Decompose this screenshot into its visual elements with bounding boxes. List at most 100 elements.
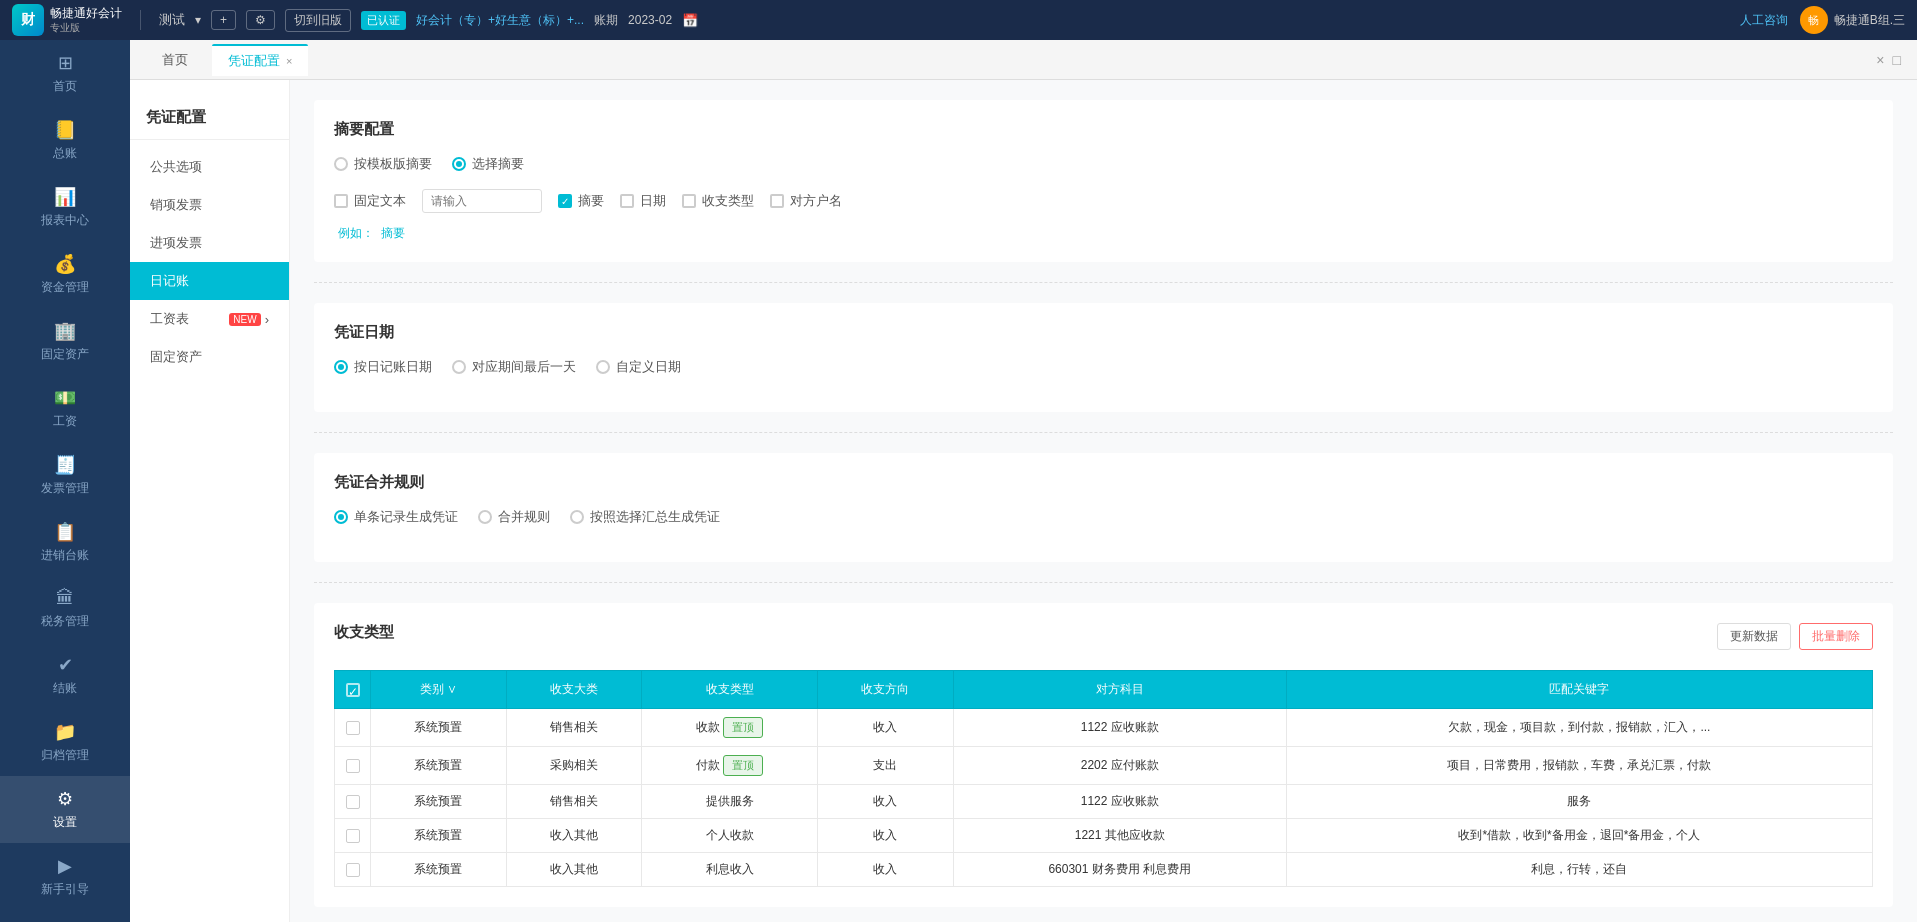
- row4-checkbox[interactable]: [346, 829, 360, 843]
- sidebar-item-guide[interactable]: ▶ 新手引导: [0, 843, 130, 910]
- radio-period-last-label: 对应期间最后一天: [472, 358, 576, 376]
- row2-category: 系统预置: [371, 747, 507, 785]
- row4-subject: 1221 其他应收款: [953, 819, 1286, 853]
- tab-close-btn[interactable]: ×: [286, 55, 292, 67]
- row1-subject: 1122 应收账款: [953, 709, 1286, 747]
- sidebar-item-reports[interactable]: 📊 报表中心: [0, 174, 130, 241]
- header-checkbox[interactable]: ✓: [346, 683, 360, 697]
- radio-aggregate-label: 按照选择汇总生成凭证: [590, 508, 720, 526]
- radio-journal-date-label: 按日记账日期: [354, 358, 432, 376]
- row1-tag-btn[interactable]: 置顶: [723, 717, 763, 738]
- finance-icon: 💰: [54, 253, 76, 275]
- row2-major: 采购相关: [506, 747, 642, 785]
- sidebar-item-ledger2[interactable]: 📋 进销台账: [0, 509, 130, 576]
- checkbox-fixed-text[interactable]: 固定文本: [334, 192, 406, 210]
- sidebar-item-assets[interactable]: 🏢 固定资产: [0, 308, 130, 375]
- radio-journal-date[interactable]: 按日记账日期: [334, 358, 432, 376]
- window-maximize-btn[interactable]: □: [1893, 52, 1901, 68]
- row3-type: 提供服务: [642, 785, 818, 819]
- radio-select-summary[interactable]: 选择摘要: [452, 155, 524, 173]
- voucher-merge-section: 凭证合并规则 单条记录生成凭证 合并规则 按照选择汇总生成凭证: [314, 453, 1893, 562]
- checkbox-income-type[interactable]: 收支类型: [682, 192, 754, 210]
- row2-subject: 2202 应付账款: [953, 747, 1286, 785]
- radio-template-summary[interactable]: 按模板版摘要: [334, 155, 432, 173]
- summary-radio-group: 按模板版摘要 选择摘要: [334, 155, 1873, 173]
- row4-keywords: 收到*借款，收到*备用金，退回*备用金，个人: [1286, 819, 1872, 853]
- row4-direction: 收入: [818, 819, 954, 853]
- user-menu[interactable]: 畅 畅捷通B组.三: [1800, 6, 1905, 34]
- tax-icon: 🏛: [56, 588, 74, 609]
- row1-checkbox[interactable]: [346, 721, 360, 735]
- row3-checkbox[interactable]: [346, 795, 360, 809]
- sidebar-label-reports: 报表中心: [41, 212, 89, 229]
- radio-select-dot: [452, 157, 466, 171]
- radio-merge-rule[interactable]: 合并规则: [478, 508, 550, 526]
- radio-aggregate[interactable]: 按照选择汇总生成凭证: [570, 508, 720, 526]
- user-label: 畅捷通B组.三: [1834, 12, 1905, 29]
- tab-active[interactable]: 凭证配置 ×: [212, 44, 308, 76]
- sidebar-item-ledger[interactable]: 📒 总账: [0, 107, 130, 174]
- checkbox-date[interactable]: 日期: [620, 192, 666, 210]
- nav-item-payroll[interactable]: 工资表 NEW ›: [130, 300, 289, 338]
- row5-checkbox[interactable]: [346, 863, 360, 877]
- sidebar-item-home[interactable]: ⊞ 首页: [0, 40, 130, 107]
- income-expense-table: ✓ 类别 ∨ 收支大类 收支类型 收支方向 对方科目 匹配关键字: [334, 670, 1873, 887]
- row5-check[interactable]: [335, 853, 371, 887]
- nav-item-public[interactable]: 公共选项: [130, 148, 289, 186]
- left-nav: 凭证配置 公共选项 销项发票 进项发票 日记账 工资表 NEW › 固定资产: [130, 80, 290, 922]
- sidebar-item-salary[interactable]: 💵 工资: [0, 375, 130, 442]
- nav-item-fixed-assets[interactable]: 固定资产: [130, 338, 289, 376]
- checkbox-summary[interactable]: ✓ 摘要: [558, 192, 604, 210]
- radio-custom-date[interactable]: 自定义日期: [596, 358, 681, 376]
- switch-version-btn[interactable]: 切到旧版: [285, 9, 351, 32]
- table-row: 系统预置 收入其他 个人收款 收入 1221 其他应收款 收到*借款，收到*备用…: [335, 819, 1873, 853]
- voucher-date-title: 凭证日期: [334, 323, 1873, 342]
- sidebar-label-settings: 设置: [53, 814, 77, 831]
- row3-keywords: 服务: [1286, 785, 1872, 819]
- radio-period-last[interactable]: 对应期间最后一天: [452, 358, 576, 376]
- user-avatar: 畅: [1800, 6, 1828, 34]
- settings-btn[interactable]: ⚙: [246, 10, 275, 30]
- batch-delete-btn[interactable]: 批量删除: [1799, 623, 1873, 650]
- sidebar-item-invoice[interactable]: 🧾 发票管理: [0, 442, 130, 509]
- test-dropdown[interactable]: ▾: [195, 13, 201, 27]
- checkbox-counterparty[interactable]: 对方户名: [770, 192, 842, 210]
- test-label: 测试: [159, 11, 185, 29]
- sidebar-item-finance[interactable]: 💰 资金管理: [0, 241, 130, 308]
- sidebar-item-close[interactable]: ✔ 结账: [0, 642, 130, 709]
- nav-item-journal[interactable]: 日记账: [130, 262, 289, 300]
- fixed-text-input[interactable]: [422, 189, 542, 213]
- sidebar-item-archive[interactable]: 📁 归档管理: [0, 709, 130, 776]
- section-divider-1: [314, 282, 1893, 283]
- row5-subject: 660301 财务费用 利息费用: [953, 853, 1286, 887]
- window-close-btn[interactable]: ×: [1876, 52, 1884, 68]
- add-btn[interactable]: +: [211, 10, 236, 30]
- checkbox-summary-label: 摘要: [578, 192, 604, 210]
- voucher-date-section: 凭证日期 按日记账日期 对应期间最后一天 自定义日期: [314, 303, 1893, 412]
- th-checkbox[interactable]: ✓: [335, 671, 371, 709]
- sidebar-item-tax[interactable]: 🏛 税务管理: [0, 576, 130, 642]
- row4-check[interactable]: [335, 819, 371, 853]
- help-btn[interactable]: 人工咨询: [1740, 12, 1788, 29]
- row3-category: 系统预置: [371, 785, 507, 819]
- tab-home[interactable]: 首页: [146, 45, 204, 75]
- row2-checkbox[interactable]: [346, 759, 360, 773]
- row1-check[interactable]: [335, 709, 371, 747]
- row5-direction: 收入: [818, 853, 954, 887]
- row1-major: 销售相关: [506, 709, 642, 747]
- row2-tag-btn[interactable]: 置顶: [723, 755, 763, 776]
- tab-active-label: 凭证配置: [228, 52, 280, 70]
- row1-keywords: 欠款，现金，项目款，到付款，报销款，汇入，...: [1286, 709, 1872, 747]
- calendar-icon[interactable]: 📅: [682, 13, 698, 28]
- sidebar-item-settings[interactable]: ⚙ 设置: [0, 776, 130, 843]
- row3-check[interactable]: [335, 785, 371, 819]
- update-data-btn[interactable]: 更新数据: [1717, 623, 1791, 650]
- sidebar-label-assets: 固定资产: [41, 346, 89, 363]
- row1-category: 系统预置: [371, 709, 507, 747]
- nav-item-purchase-invoice[interactable]: 进项发票: [130, 224, 289, 262]
- sidebar-label-home: 首页: [53, 78, 77, 95]
- nav-item-sales-invoice[interactable]: 销项发票: [130, 186, 289, 224]
- row2-check[interactable]: [335, 747, 371, 785]
- sidebar-item-member[interactable]: 👑 畅会员: [0, 910, 130, 922]
- radio-single-record[interactable]: 单条记录生成凭证: [334, 508, 458, 526]
